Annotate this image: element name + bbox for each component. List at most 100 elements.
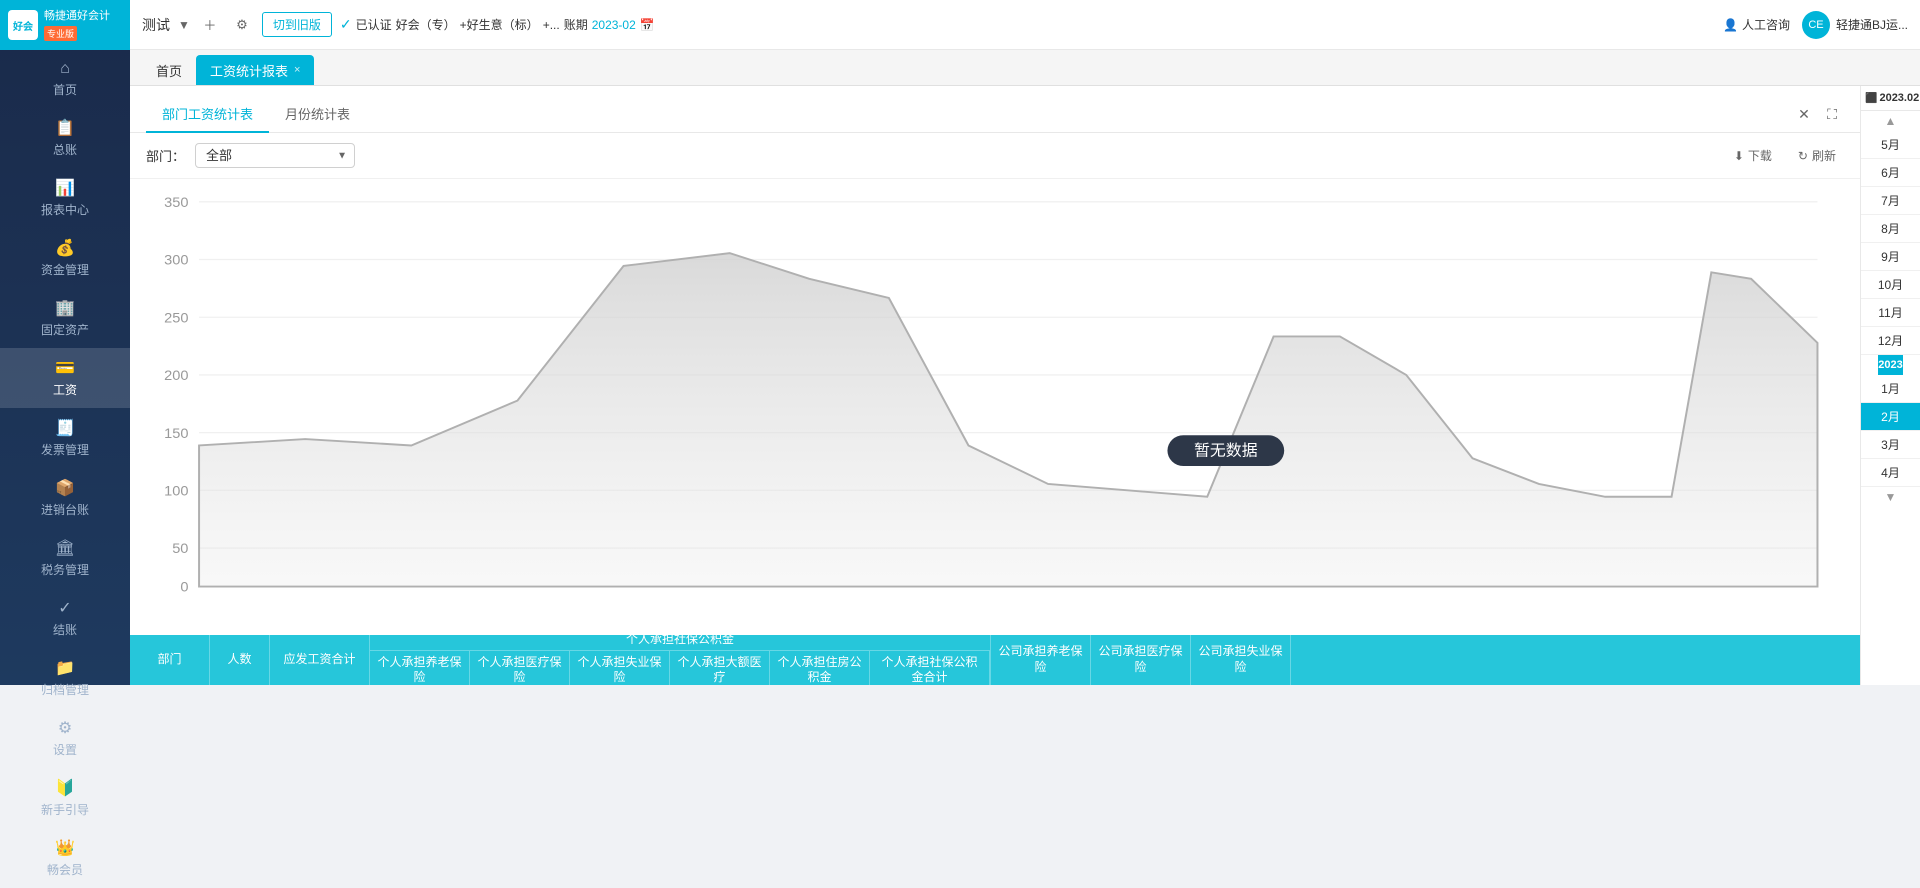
topbar-dropdown[interactable]: ▼ [178, 18, 190, 32]
sidebar-label-funds: 资金管理 [41, 261, 89, 278]
refresh-icon: ↻ [1798, 149, 1808, 163]
invoice-icon: 🧾 [55, 418, 75, 438]
funds-icon: 💰 [55, 238, 75, 258]
date-month-4[interactable]: 4月 [1861, 459, 1920, 487]
date-down-button[interactable]: ▼ [1861, 487, 1920, 507]
date-month-2-active[interactable]: 2月 [1861, 403, 1920, 431]
download-icon: ⬇ [1734, 149, 1744, 163]
salary-icon: 💳 [55, 358, 75, 378]
sidebar-item-guide[interactable]: 🔰 新手引导 [0, 768, 130, 828]
topbar: 测试 ▼ ＋ ⚙ 切到旧版 ✓ 已认证 好会（专） +好生意（标） +... 账… [130, 0, 1920, 50]
date-panel: ⬛ 2023.02 ▲ 5月 6月 7月 8月 9月 10月 11月 12月 2… [1860, 86, 1920, 685]
sidebar: 好会 畅捷通好会计 专业版 ⌂ 首页 📋 总账 📊 报表中心 💰 资金管理 🏢 … [0, 0, 130, 685]
archive-icon: 📁 [55, 658, 75, 678]
th-company-unemployment: 公司承担失业保险 [1191, 635, 1291, 685]
sidebar-nav: ⌂ 首页 📋 总账 📊 报表中心 💰 资金管理 🏢 固定资产 💳 工资 🧾 发票… [0, 50, 130, 888]
topbar-right: 👤 人工咨询 CE 轻捷通BJ运... [1723, 11, 1908, 39]
good-accounting-label: 好会（专） [396, 16, 456, 33]
sidebar-item-member[interactable]: 👑 畅会员 [0, 828, 130, 888]
date-month-9[interactable]: 9月 [1861, 243, 1920, 271]
date-month-12[interactable]: 12月 [1861, 327, 1920, 355]
home-icon: ⌂ [60, 60, 70, 78]
sidebar-label-assets: 固定资产 [41, 321, 89, 338]
sidebar-item-home[interactable]: ⌂ 首页 [0, 50, 130, 108]
ledger-icon: 📋 [55, 118, 75, 138]
subtab-monthly[interactable]: 月份统计表 [269, 96, 366, 133]
calendar-icon[interactable]: 📅 [640, 18, 655, 32]
th-company-pension: 公司承担养老保险 [991, 635, 1091, 685]
sidebar-item-salary[interactable]: 💳 工资 [0, 348, 130, 408]
th-count: 人数 [210, 635, 270, 685]
sidebar-label-purchase: 进销台账 [41, 501, 89, 518]
reports-icon: 📊 [55, 178, 75, 198]
consult-label: 人工咨询 [1742, 16, 1790, 33]
tab-home[interactable]: 首页 [142, 55, 196, 85]
sidebar-item-reports[interactable]: 📊 报表中心 [0, 168, 130, 228]
panel-controls: ✕ ⛶ [1792, 102, 1844, 126]
svg-text:50: 50 [172, 541, 188, 557]
certified-icon: ✓ [340, 16, 352, 33]
date-month-8[interactable]: 8月 [1861, 215, 1920, 243]
status-area: ✓ 已认证 好会（专） +好生意（标） +... 账期 2023-02 📅 [340, 16, 655, 33]
date-month-11[interactable]: 11月 [1861, 299, 1920, 327]
main-area: 测试 ▼ ＋ ⚙ 切到旧版 ✓ 已认证 好会（专） +好生意（标） +... 账… [130, 0, 1920, 685]
sidebar-label-invoice: 发票管理 [41, 441, 89, 458]
tab-salary-report[interactable]: 工资统计报表 × [196, 55, 314, 85]
sidebar-item-settle[interactable]: ✓ 结账 [0, 588, 130, 648]
chart-container: 0 50 100 150 200 250 300 350 [146, 189, 1844, 625]
period-value: 2023-02 [592, 18, 636, 32]
dept-select[interactable]: 全部 [195, 143, 355, 168]
date-month-3[interactable]: 3月 [1861, 431, 1920, 459]
sidebar-item-purchase[interactable]: 📦 进销台账 [0, 468, 130, 528]
date-nav: ▲ 5月 6月 7月 8月 9月 10月 11月 12月 2023 1月 2月 … [1861, 111, 1920, 507]
sidebar-label-member: 畅会员 [47, 861, 83, 878]
guide-icon: 🔰 [55, 778, 75, 798]
expand-panel-button[interactable]: ⛶ [1820, 102, 1844, 126]
date-month-6[interactable]: 6月 [1861, 159, 1920, 187]
app-logo: 好会 畅捷通好会计 专业版 [0, 0, 130, 50]
switch-button[interactable]: 切到旧版 [262, 12, 332, 37]
sidebar-item-archive[interactable]: 📁 归档管理 [0, 648, 130, 708]
th-personal-group: 个人承担社保公积金 个人承担养老保险 个人承担医疗保险 个人承担失业保险 个人承… [370, 635, 991, 685]
date-panel-header[interactable]: ⬛ 2023.02 [1861, 86, 1920, 111]
add-button[interactable]: ＋ [198, 13, 222, 37]
consult-button[interactable]: 👤 人工咨询 [1723, 16, 1790, 33]
member-icon: 👑 [55, 838, 75, 858]
close-panel-button[interactable]: ✕ [1792, 102, 1816, 126]
sidebar-label-home: 首页 [53, 81, 77, 98]
date-month-1[interactable]: 1月 [1861, 375, 1920, 403]
download-button[interactable]: ⬇ 下载 [1726, 143, 1780, 168]
date-month-5[interactable]: 5月 [1861, 131, 1920, 159]
date-month-10[interactable]: 10月 [1861, 271, 1920, 299]
user-area[interactable]: CE 轻捷通BJ运... [1802, 11, 1908, 39]
refresh-button[interactable]: ↻ 刷新 [1790, 143, 1844, 168]
dept-label: 部门： [146, 146, 185, 165]
logo-text: 畅捷通好会计 [44, 9, 110, 23]
th-personal-pension: 个人承担养老保险 [370, 651, 470, 685]
sidebar-label-salary: 工资 [53, 381, 77, 398]
th-personal-housing-fund: 个人承担住房公积金 [770, 651, 870, 685]
tab-close-icon[interactable]: × [294, 64, 300, 76]
username-label: 轻捷通BJ运... [1836, 16, 1908, 33]
sidebar-label-archive: 归档管理 [41, 681, 89, 698]
sidebar-label-tax: 税务管理 [41, 561, 89, 578]
th-personal-major-medical: 个人承担大额医疗 [670, 651, 770, 685]
subtab-dept[interactable]: 部门工资统计表 [146, 96, 269, 133]
th-total-salary: 应发工资合计 [270, 635, 370, 685]
date-year-display: 2023.02 [1879, 92, 1919, 104]
sidebar-item-assets[interactable]: 🏢 固定资产 [0, 288, 130, 348]
sidebar-item-ledger[interactable]: 📋 总账 [0, 108, 130, 168]
purchase-icon: 📦 [55, 478, 75, 498]
settings-icon[interactable]: ⚙ [230, 13, 254, 37]
good-business-label: +好生意（标） [460, 16, 539, 33]
sidebar-item-settings[interactable]: ⚙ 设置 [0, 708, 130, 768]
sidebar-item-funds[interactable]: 💰 资金管理 [0, 228, 130, 288]
content-area: 部门工资统计表 月份统计表 ✕ ⛶ 部门： 全部 ▼ [130, 86, 1920, 685]
sidebar-item-tax[interactable]: 🏛 税务管理 [0, 528, 130, 588]
date-up-button[interactable]: ▲ [1861, 111, 1920, 131]
sidebar-item-invoice[interactable]: 🧾 发票管理 [0, 408, 130, 468]
date-month-7[interactable]: 7月 [1861, 187, 1920, 215]
certified-label: 已认证 [356, 16, 392, 33]
more-label: +... [543, 18, 560, 32]
sidebar-label-settings: 设置 [53, 741, 77, 758]
